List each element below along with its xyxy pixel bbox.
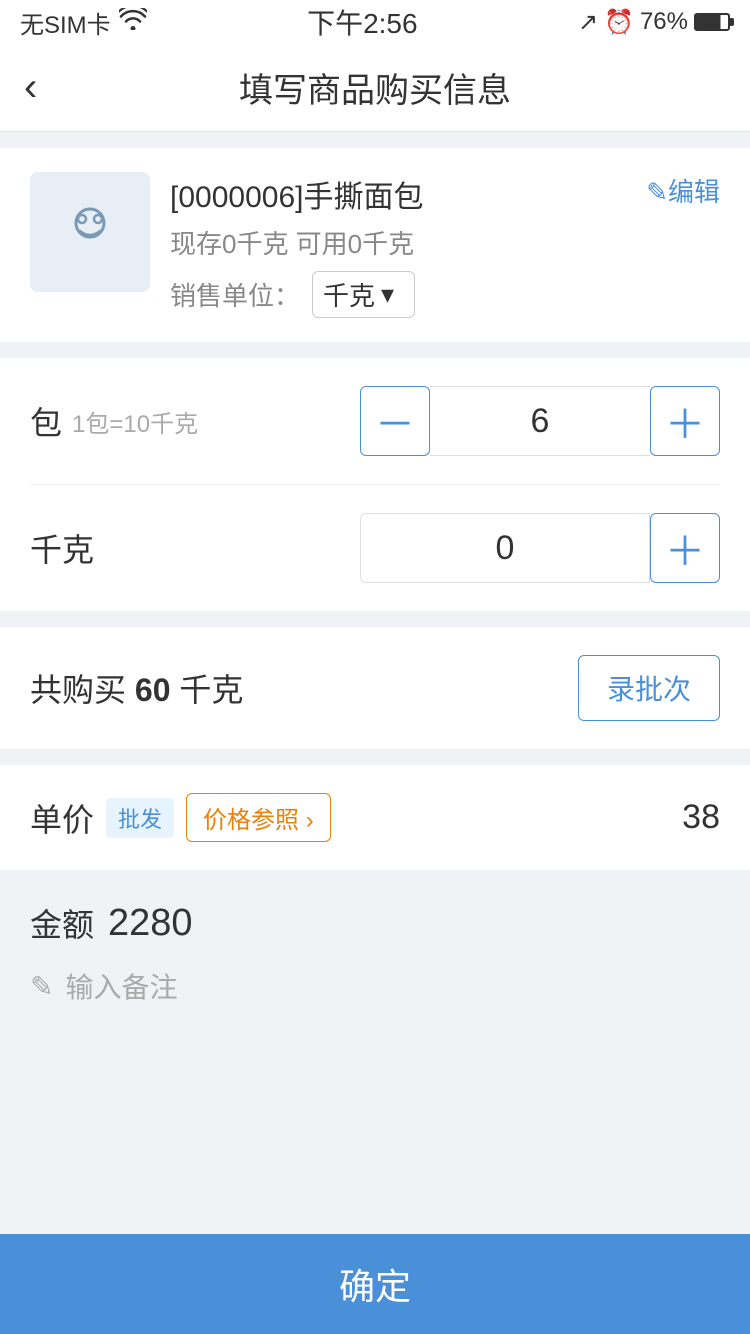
unit-value: 千克 bbox=[323, 276, 375, 313]
nav-bar: ‹ 填写商品购买信息 bbox=[0, 44, 750, 132]
spacer bbox=[0, 1026, 750, 1226]
amount-label: 金额 bbox=[30, 900, 94, 946]
product-card: [0000006]手撕面包 ✎编辑 现存0千克 可用0千克 销售单位： 千克 ▾ bbox=[0, 148, 750, 342]
kg-controls: ＋ bbox=[360, 513, 720, 583]
dropdown-icon: ▾ bbox=[381, 279, 394, 310]
status-bar: 无SIM卡 下午2:56 ↗ ⏰ 76% bbox=[0, 0, 750, 44]
carrier-text: 无SIM卡 bbox=[20, 5, 111, 40]
price-value: 38 bbox=[682, 798, 720, 837]
product-thumbnail-icon bbox=[60, 201, 120, 263]
total-label: 共购买 bbox=[30, 672, 126, 708]
total-unit: 千克 bbox=[179, 672, 243, 708]
remark-label: 输入备注 bbox=[65, 966, 177, 1006]
unit-label: 销售单位： bbox=[170, 276, 300, 313]
product-stock: 现存0千克 可用0千克 bbox=[170, 224, 720, 261]
kg-label: 千克 bbox=[30, 525, 94, 571]
confirm-button[interactable]: 确定 bbox=[0, 1234, 750, 1334]
remark-edit-icon: ✎ bbox=[30, 970, 53, 1003]
bao-input[interactable] bbox=[430, 386, 650, 456]
price-row: 单价 批发 价格参照 › 38 bbox=[30, 793, 720, 842]
wifi-icon bbox=[119, 8, 147, 37]
batch-button[interactable]: 录批次 bbox=[578, 655, 720, 721]
amount-section: 金额 2280 ✎ 输入备注 bbox=[0, 870, 750, 1026]
price-badge: 批发 bbox=[106, 798, 174, 838]
price-label: 单价 bbox=[30, 795, 94, 841]
amount-row: 金额 2280 bbox=[30, 900, 720, 946]
status-right: ↗ ⏰ 76% bbox=[578, 8, 730, 37]
bao-label: 包 bbox=[30, 398, 62, 444]
battery-icon bbox=[694, 13, 730, 31]
battery-text: 76% bbox=[640, 8, 688, 36]
time-display: 下午2:56 bbox=[307, 2, 418, 42]
kg-input[interactable] bbox=[360, 513, 650, 583]
quantity-section: 包 1包=10千克 － ＋ 千克 ＋ bbox=[0, 358, 750, 611]
price-label-group: 单价 批发 价格参照 › bbox=[30, 793, 331, 842]
product-name: [0000006]手撕面包 bbox=[170, 172, 646, 216]
product-image bbox=[30, 172, 150, 292]
kg-plus-button[interactable]: ＋ bbox=[650, 513, 720, 583]
page-title: 填写商品购买信息 bbox=[239, 63, 511, 112]
bao-quantity-row: 包 1包=10千克 － ＋ bbox=[30, 358, 720, 485]
edit-button[interactable]: ✎编辑 bbox=[646, 172, 720, 209]
product-info: [0000006]手撕面包 ✎编辑 现存0千克 可用0千克 销售单位： 千克 ▾ bbox=[170, 172, 720, 318]
price-section: 单价 批发 价格参照 › 38 bbox=[0, 765, 750, 870]
bao-controls: － ＋ bbox=[360, 386, 720, 456]
total-section: 共购买 60 千克 录批次 bbox=[0, 627, 750, 749]
back-button[interactable]: ‹ bbox=[24, 65, 37, 110]
kg-quantity-row: 千克 ＋ bbox=[30, 485, 720, 611]
total-text: 共购买 60 千克 bbox=[30, 665, 243, 711]
bao-hint: 1包=10千克 bbox=[72, 404, 198, 439]
location-icon: ↗ bbox=[578, 8, 598, 37]
status-left: 无SIM卡 bbox=[20, 5, 147, 40]
product-unit-row: 销售单位： 千克 ▾ bbox=[170, 271, 720, 318]
bao-plus-button[interactable]: ＋ bbox=[650, 386, 720, 456]
price-ref-button[interactable]: 价格参照 › bbox=[186, 793, 331, 842]
product-title-row: [0000006]手撕面包 ✎编辑 bbox=[170, 172, 720, 216]
bao-label-group: 包 1包=10千克 bbox=[30, 398, 198, 444]
unit-select[interactable]: 千克 ▾ bbox=[312, 271, 415, 318]
amount-value: 2280 bbox=[108, 902, 193, 945]
remark-row[interactable]: ✎ 输入备注 bbox=[30, 966, 720, 1006]
total-amount: 60 bbox=[135, 672, 179, 708]
kg-label-group: 千克 bbox=[30, 525, 94, 571]
bao-minus-button[interactable]: － bbox=[360, 386, 430, 456]
alarm-icon: ⏰ bbox=[604, 8, 634, 37]
